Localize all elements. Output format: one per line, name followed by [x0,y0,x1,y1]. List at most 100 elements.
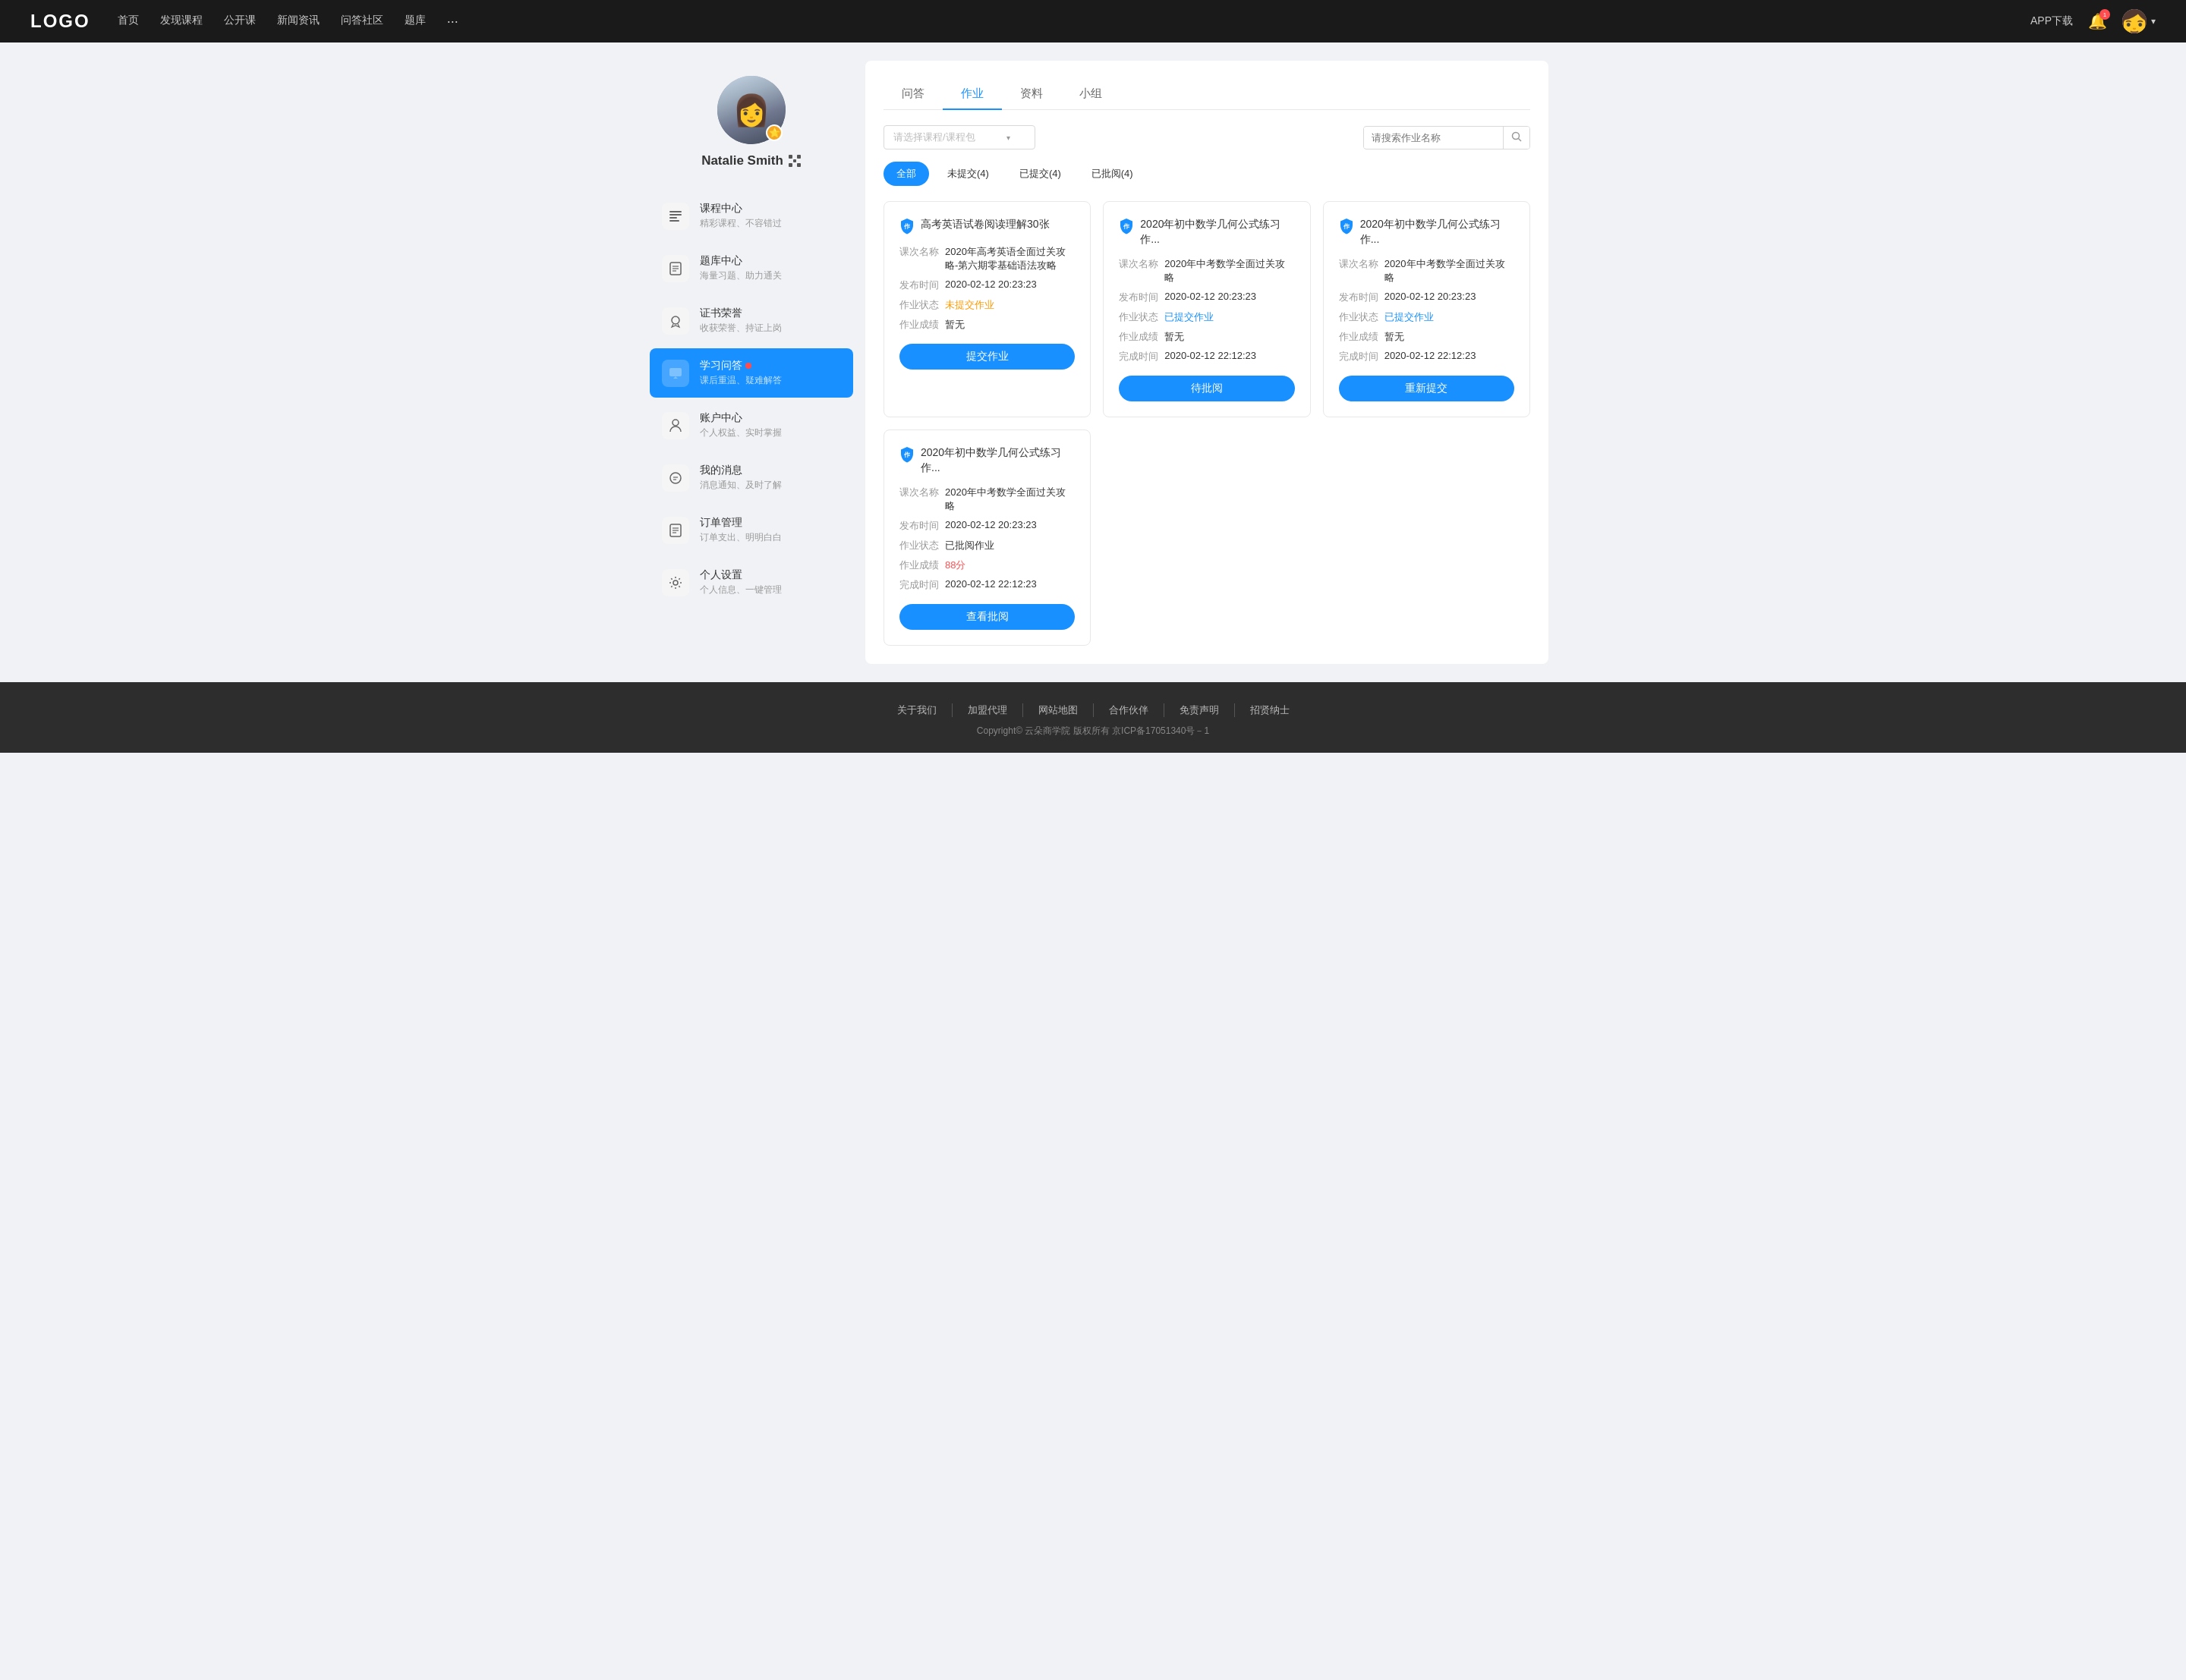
card-4-status-value: 已批阅作业 [945,539,994,552]
nav-bank[interactable]: 题库 [405,14,426,30]
sidebar-item-qbank-subtitle: 海量习题、助力通关 [700,269,782,282]
card-1-course-label: 课次名称 [899,245,945,259]
tab-materials[interactable]: 资料 [1002,79,1061,110]
card-1-status-field: 作业状态 未提交作业 [899,298,1075,312]
sidebar-menu: 课程中心 精彩课程、不容错过 题库中心 海量习题、助力通关 [650,191,853,607]
sidebar-item-qa-subtitle: 课后重温、疑难解答 [700,374,782,387]
sidebar-item-account[interactable]: 账户中心 个人权益、实时掌握 [650,401,853,450]
tab-qa[interactable]: 问答 [884,79,943,110]
account-icon [662,412,689,439]
footer-franchise[interactable]: 加盟代理 [953,703,1023,717]
card-3-publish-value: 2020-02-12 20:23:23 [1384,291,1476,302]
learning-qa-text: 学习问答 课后重温、疑难解答 [700,359,782,387]
footer-about[interactable]: 关于我们 [882,703,953,717]
navbar: LOGO 首页 发现课程 公开课 新闻资讯 问答社区 题库 ··· APP下载 … [0,0,2186,42]
sidebar-item-courses-title: 课程中心 [700,202,782,216]
nav-public[interactable]: 公开课 [224,14,256,30]
tab-group[interactable]: 小组 [1061,79,1120,110]
card-3-status-value: 已提交作业 [1384,310,1434,324]
nav-more[interactable]: ··· [447,14,458,30]
cards-grid-row2: 作 2020年初中数学几何公式练习作... 课次名称 2020年中考数学全面过关… [884,429,1530,646]
card-4-publish-value: 2020-02-12 20:23:23 [945,519,1037,530]
sidebar-item-orders[interactable]: 订单管理 订单支出、明明白白 [650,505,853,555]
svg-rect-3 [669,220,679,222]
user-avatar-nav[interactable]: ▾ [2122,9,2156,33]
messages-icon [662,464,689,492]
sidebar-item-messages[interactable]: 我的消息 消息通知、及时了解 [650,453,853,502]
sidebar-item-learning-qa[interactable]: 学习问答 课后重温、疑难解答 [650,348,853,398]
nav-news[interactable]: 新闻资讯 [277,14,320,30]
footer-sitemap[interactable]: 网站地图 [1023,703,1094,717]
nav-qa[interactable]: 问答社区 [341,14,383,30]
card-3-publish-label: 发布时间 [1339,291,1384,304]
status-tab-unsubmitted[interactable]: 未提交(4) [935,162,1001,186]
qr-cell [797,163,801,167]
vip-badge: ⭐ [766,124,783,141]
nav-links: 首页 发现课程 公开课 新闻资讯 问答社区 题库 ··· [118,14,458,30]
card-4-review-button[interactable]: 查看批阅 [899,604,1075,630]
courses-text: 课程中心 精彩课程、不容错过 [700,202,782,230]
qr-icon [789,155,801,167]
filter-row: 请选择课程/课程包 ▾ [884,125,1530,149]
svg-rect-9 [669,368,682,376]
sidebar-item-orders-title: 订单管理 [700,516,782,530]
cards-grid-row1: 作 高考英语试卷阅读理解30张 课次名称 2020年高考英语全面过关攻略-第六期… [884,201,1530,417]
sidebar-item-courses[interactable]: 课程中心 精彩课程、不容错过 [650,191,853,241]
card-4-status-label: 作业状态 [899,539,945,552]
sidebar: ⭐ Natalie Smith [638,61,865,664]
search-icon [1511,131,1522,142]
footer-partner[interactable]: 合作伙伴 [1094,703,1164,717]
qbank-icon [662,255,689,282]
select-caret-icon: ▾ [1006,134,1010,142]
nav-home[interactable]: 首页 [118,14,139,30]
nav-download[interactable]: APP下载 [2030,14,2073,28]
assignment-card-1: 作 高考英语试卷阅读理解30张 课次名称 2020年高考英语全面过关攻略-第六期… [884,201,1091,417]
card-1-header: 作 高考英语试卷阅读理解30张 [899,217,1075,234]
svg-point-8 [672,316,679,324]
nav-discover[interactable]: 发现课程 [160,14,203,30]
footer-careers[interactable]: 招贤纳士 [1235,703,1305,717]
qr-code-button[interactable] [788,154,802,168]
sidebar-item-cert-title: 证书荣誉 [700,307,782,320]
search-input[interactable] [1364,127,1503,148]
sidebar-item-courses-subtitle: 精彩课程、不容错过 [700,217,782,230]
sidebar-item-cert-subtitle: 收获荣誉、持证上岗 [700,322,782,335]
card-3-resubmit-button[interactable]: 重新提交 [1339,376,1514,401]
avatar-image [2122,9,2147,33]
card-2-status-field: 作业状态 已提交作业 [1119,310,1294,324]
search-box [1363,126,1530,149]
orders-text: 订单管理 订单支出、明明白白 [700,516,782,544]
content-area: 问答 作业 资料 小组 请选择课程/课程包 ▾ 全部 未提交(4) [865,61,1548,664]
sidebar-item-certificate[interactable]: 证书荣誉 收获荣誉、持证上岗 [650,296,853,345]
card-4-publish-label: 发布时间 [899,519,945,533]
assignment-card-3: 作 2020年初中数学几何公式练习作... 课次名称 2020年中考数学全面过关… [1323,201,1530,417]
qr-cell [793,159,797,163]
card-1-submit-button[interactable]: 提交作业 [899,344,1075,370]
card-4-complete-value: 2020-02-12 22:12:23 [945,578,1037,590]
notification-bell[interactable]: 🔔 1 [2088,12,2107,30]
card-4-score-field: 作业成绩 88分 [899,558,1075,572]
card-2-pending-button[interactable]: 待批阅 [1119,376,1294,401]
svg-rect-0 [669,211,682,212]
qr-cell [789,159,792,163]
course-select[interactable]: 请选择课程/课程包 ▾ [884,125,1035,149]
card-2-score-label: 作业成绩 [1119,330,1164,344]
sidebar-item-account-title: 账户中心 [700,411,782,425]
sidebar-item-qbank-title: 题库中心 [700,254,782,268]
tab-homework[interactable]: 作业 [943,79,1002,110]
status-tab-reviewed[interactable]: 已批阅(4) [1079,162,1145,186]
footer-disclaimer[interactable]: 免责声明 [1164,703,1235,717]
status-tab-all[interactable]: 全部 [884,162,929,186]
card-4-title: 2020年初中数学几何公式练习作... [921,445,1075,475]
course-select-placeholder: 请选择课程/课程包 [893,131,975,144]
orders-icon [662,517,689,544]
sidebar-item-settings[interactable]: 个人设置 个人信息、一键管理 [650,558,853,607]
status-tab-submitted[interactable]: 已提交(4) [1007,162,1073,186]
sidebar-item-account-subtitle: 个人权益、实时掌握 [700,426,782,439]
card-2-publish-field: 发布时间 2020-02-12 20:23:23 [1119,291,1294,304]
sidebar-item-qbank[interactable]: 题库中心 海量习题、助力通关 [650,244,853,293]
search-button[interactable] [1503,127,1529,149]
card-1-course-field: 课次名称 2020年高考英语全面过关攻略-第六期零基础语法攻略 [899,245,1075,272]
sidebar-item-settings-subtitle: 个人信息、一键管理 [700,584,782,596]
card-4-complete-field: 完成时间 2020-02-12 22:12:23 [899,578,1075,592]
